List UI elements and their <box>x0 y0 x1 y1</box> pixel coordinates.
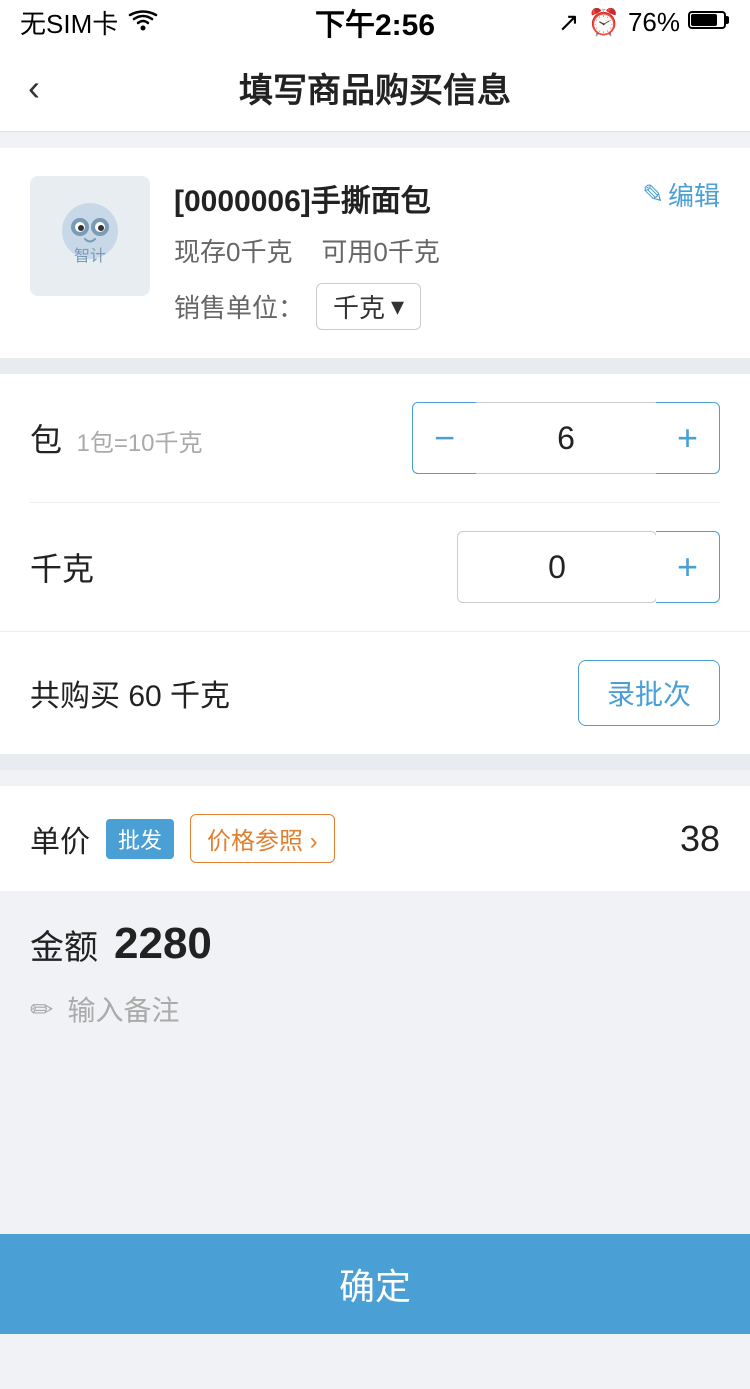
product-info: [0000006]手撕面包 ✎ 编辑 现存0千克 可用0千克 销售单位： 千克 … <box>174 176 720 330</box>
confirm-button[interactable]: 确定 <box>0 1234 750 1334</box>
unit-dropdown[interactable]: 千克 ▾ <box>316 283 421 330</box>
battery-icon <box>688 7 730 38</box>
status-right: ↗ ⏰ 76% <box>558 7 730 38</box>
back-button[interactable]: ‹ <box>28 67 40 109</box>
nav-bar: ‹ 填写商品购买信息 <box>0 44 750 132</box>
qty-control-2: + <box>457 531 720 603</box>
product-stock: 现存0千克 可用0千克 <box>174 232 720 269</box>
price-value: 38 <box>680 818 720 860</box>
note-placeholder[interactable]: 输入备注 <box>67 989 179 1029</box>
input-section: 包 1包=10千克 − + 千克 + <box>0 374 750 631</box>
wifi-icon <box>128 7 158 38</box>
carrier-label: 无SIM卡 <box>20 4 118 41</box>
amount-section: 金额 2280 ✏ 输入备注 <box>0 891 750 1049</box>
amount-row: 金额 2280 <box>30 919 720 969</box>
edit-button[interactable]: ✎ 编辑 <box>642 176 720 213</box>
qty-row-1: 包 1包=10千克 − + <box>30 374 720 503</box>
qty-control-1: − + <box>412 402 720 474</box>
product-section: 智计 [0000006]手撕面包 ✎ 编辑 现存0千克 可用0千克 销售单位： … <box>0 148 750 358</box>
status-bar: 无SIM卡 下午2:56 ↗ ⏰ 76% <box>0 0 750 44</box>
price-section: 单价 批发 价格参照 › 38 <box>0 786 750 891</box>
product-unit-row: 销售单位： 千克 ▾ <box>174 283 720 330</box>
qty-row-2: 千克 + <box>30 503 720 631</box>
page-title: 填写商品购买信息 <box>239 63 511 112</box>
qty-input-1[interactable] <box>476 402 656 474</box>
qty-plus-button-1[interactable]: + <box>656 402 720 474</box>
summary-text: 共购买 60 千克 <box>30 671 230 715</box>
qty-input-2[interactable] <box>457 531 657 603</box>
qty-minus-button-1[interactable]: − <box>412 402 476 474</box>
qty-label-1: 包 1包=10千克 <box>30 415 203 461</box>
amount-value: 2280 <box>114 919 212 969</box>
qty-label-2: 千克 <box>30 544 94 590</box>
product-image: 智计 <box>30 176 150 296</box>
content-area <box>0 1049 750 1389</box>
product-name: [0000006]手撕面包 <box>174 176 642 220</box>
price-tag: 批发 <box>106 819 174 859</box>
divider-2 <box>0 754 750 770</box>
qty-plus-button-2[interactable]: + <box>656 531 720 603</box>
summary-section: 共购买 60 千克 录批次 <box>0 631 750 754</box>
location-icon: ↗ <box>558 7 580 38</box>
status-time: 下午2:56 <box>315 0 435 44</box>
svg-text:智计: 智计 <box>74 247 106 265</box>
price-left: 单价 批发 价格参照 › <box>30 814 335 863</box>
amount-label: 金额 <box>30 920 98 969</box>
batch-button[interactable]: 录批次 <box>578 660 720 726</box>
product-header: [0000006]手撕面包 ✎ 编辑 <box>174 176 720 220</box>
chevron-down-icon: ▾ <box>391 291 404 322</box>
battery-label: 76% <box>628 7 680 38</box>
note-icon: ✏ <box>30 993 53 1026</box>
price-ref-button[interactable]: 价格参照 › <box>190 814 335 863</box>
alarm-icon: ⏰ <box>588 7 620 38</box>
status-left: 无SIM卡 <box>20 4 158 41</box>
divider-1 <box>0 358 750 374</box>
note-row: ✏ 输入备注 <box>30 989 720 1049</box>
price-label: 单价 <box>30 817 90 861</box>
edit-icon: ✎ <box>642 179 664 210</box>
